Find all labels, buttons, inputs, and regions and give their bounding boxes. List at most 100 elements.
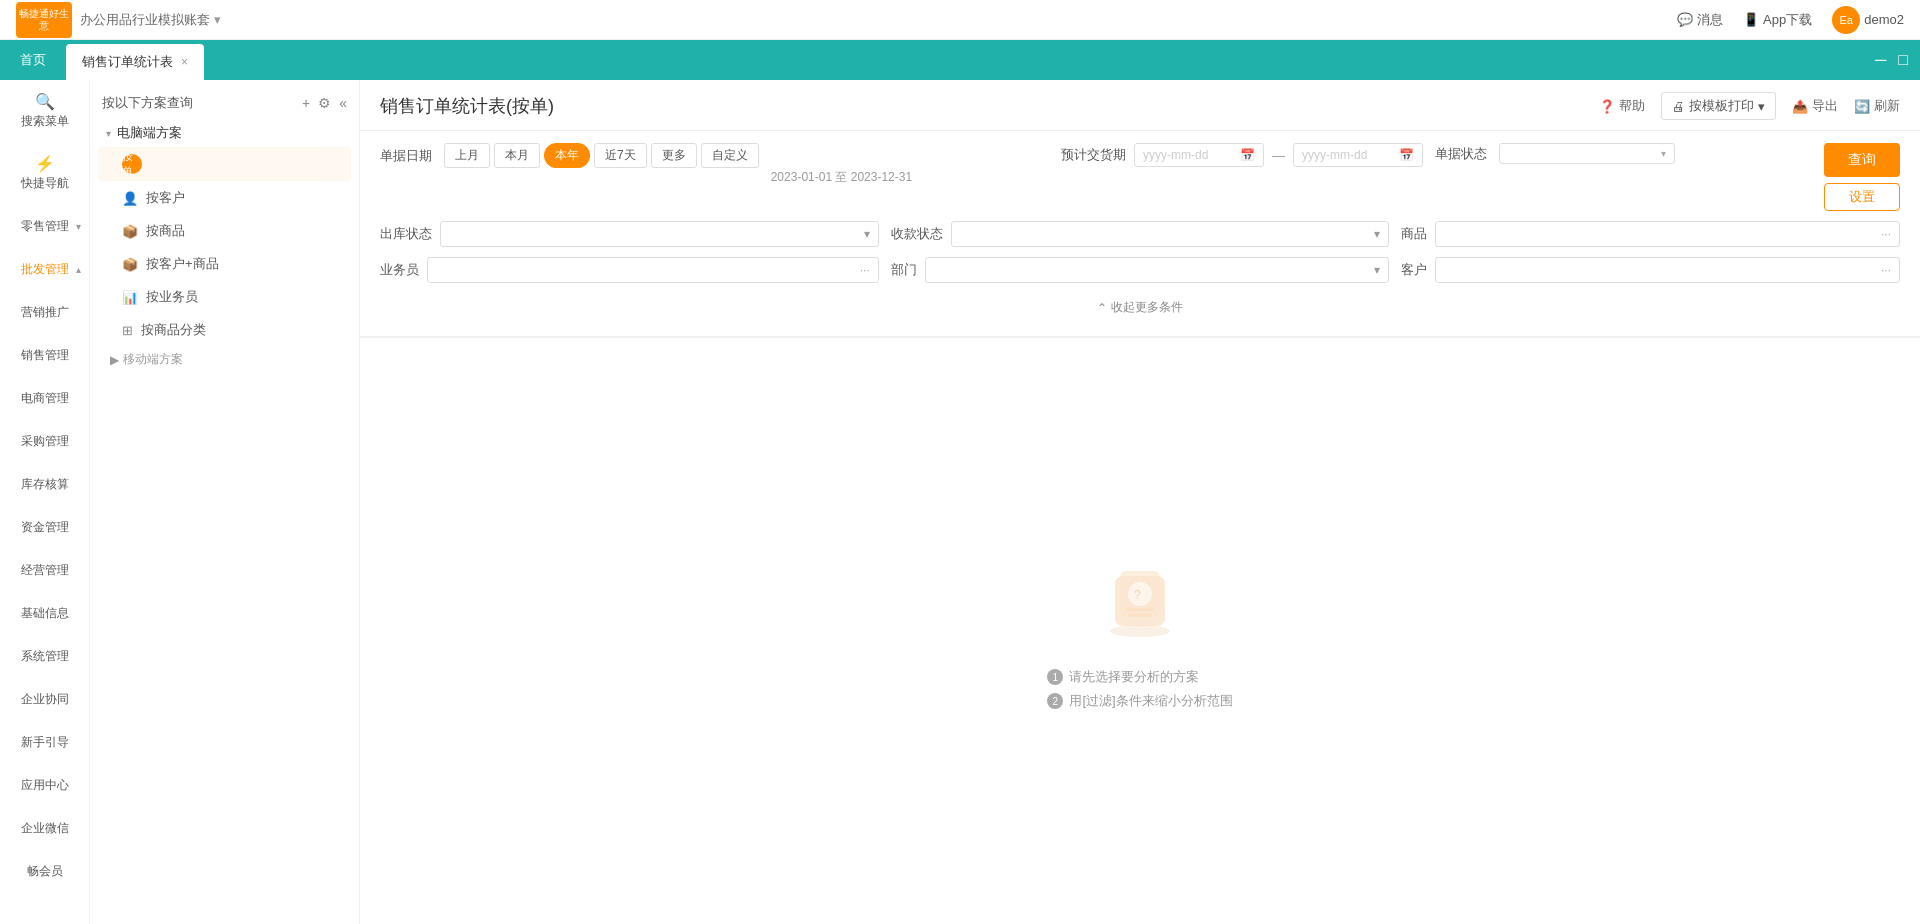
breadcrumb-arrow-icon: ▾ [214, 12, 221, 27]
sidebar-item-system[interactable]: 系统管理 [0, 634, 89, 677]
tab-close-icon[interactable]: × [181, 55, 188, 69]
goods-label: 商品 [1401, 225, 1427, 243]
help-btn[interactable]: ❓ 帮助 [1599, 97, 1645, 115]
sidebar-item-member[interactable]: 畅会员 [0, 849, 89, 892]
help-icon: ❓ [1599, 99, 1615, 114]
delivery-status-arrow-icon: ▾ [864, 227, 870, 241]
settings-btn[interactable]: 设置 [1824, 183, 1900, 211]
payment-status-filter: 收款状态 ▾ [891, 221, 1390, 247]
app-download-btn[interactable]: 📱 App下载 [1743, 11, 1812, 29]
topbar: 畅捷通好生意 办公用品行业模拟账套 ▾ 💬 消息 📱 App下载 Ea demo… [0, 0, 1920, 40]
avatar: Ea [1832, 6, 1860, 34]
add-scheme-icon[interactable]: + [302, 95, 310, 111]
tab-home[interactable]: 首页 [0, 40, 66, 80]
tip2-num: 2 [1047, 693, 1063, 709]
date-btn-more[interactable]: 更多 [651, 143, 697, 168]
sidebar-item-retail[interactable]: 零售管理 ▾ [0, 204, 89, 247]
sidebar-item-enterprise[interactable]: 企业协同 [0, 677, 89, 720]
tree-collapse-icon[interactable]: ▾ [106, 128, 111, 139]
customer-input[interactable]: ··· [1435, 257, 1900, 283]
print-dropdown-icon: ▾ [1758, 99, 1765, 114]
print-icon: 🖨 [1672, 99, 1685, 114]
goods-filter: 商品 ··· [1401, 221, 1900, 247]
sidebar-item-basics[interactable]: 基础信息 [0, 591, 89, 634]
sidebar-item-ecommerce[interactable]: 电商管理 [0, 376, 89, 419]
goods-more-icon: ··· [1881, 227, 1891, 241]
date-btn-last-month[interactable]: 上月 [444, 143, 490, 168]
date-btn-custom[interactable]: 自定义 [701, 143, 759, 168]
empty-illustration: ? [1090, 546, 1190, 646]
tab-maximize-icon[interactable]: □ [1898, 51, 1908, 69]
sidebar-item-newbie[interactable]: 新手引导 [0, 720, 89, 763]
expected-date-start-input[interactable]: yyyy-mm-dd 📅 [1134, 143, 1264, 167]
export-icon: 📤 [1792, 99, 1808, 114]
tree-item-by-customer-goods[interactable]: 📦 按客户+商品 [98, 248, 351, 280]
sidebar-item-quick-nav[interactable]: ⚡ 快捷导航 [0, 142, 89, 204]
delivery-status-filter: 出库状态 ▾ [380, 221, 879, 247]
tree-section-pc: ▾ 电脑端方案 按单 👤 按客户 📦 按商品 📦 [90, 120, 359, 347]
collapse-panel-icon[interactable]: « [339, 95, 347, 111]
department-filter: 部门 ▾ [891, 257, 1390, 283]
section-mobile[interactable]: ▶ 移动端方案 [90, 347, 359, 370]
expected-date-end-input[interactable]: yyyy-mm-dd 📅 [1293, 143, 1423, 167]
sidebar-item-appstore[interactable]: 应用中心 [0, 763, 89, 806]
tree-item-by-salesperson[interactable]: 📊 按业务员 [98, 281, 351, 313]
settings-scheme-icon[interactable]: ⚙ [318, 95, 331, 111]
user-profile[interactable]: Ea demo2 [1832, 6, 1904, 34]
tree-item-by-category[interactable]: ⊞ 按商品分类 [98, 314, 351, 346]
by-order-badge: 按单 [122, 154, 142, 174]
by-customer-goods-icon: 📦 [122, 257, 138, 272]
sidebar: 🔍 搜索菜单 ⚡ 快捷导航 零售管理 ▾ 批发管理 ▴ 营销推广 销售管理 电商… [0, 80, 90, 924]
collapse-btn[interactable]: ⌃ 收起更多条件 [1097, 299, 1183, 316]
tab-sales-order-stats[interactable]: 销售订单统计表 × [66, 44, 204, 80]
tab-minimize-icon[interactable]: ─ [1875, 51, 1886, 69]
date-end-calendar-icon: 📅 [1399, 148, 1414, 162]
date-btn-this-year[interactable]: 本年 [544, 143, 590, 168]
voucher-status-select[interactable]: ▾ [1499, 143, 1675, 164]
department-arrow-icon: ▾ [1374, 263, 1380, 277]
empty-tips: 1 请先选择要分析的方案 2 用[过滤]条件来缩小分析范围 [1047, 662, 1232, 716]
voucher-status-label: 单据状态 [1435, 145, 1491, 163]
export-btn[interactable]: 📤 导出 [1792, 97, 1838, 115]
salesperson-input[interactable]: ··· [427, 257, 879, 283]
refresh-btn[interactable]: 🔄 刷新 [1854, 97, 1900, 115]
content: 按以下方案查询 + ⚙ « ▾ 电脑端方案 按单 👤 [90, 80, 1920, 924]
logo: 畅捷通好生意 [16, 2, 72, 38]
filter-area: 单据日期 上月 本月 本年 近7天 更多 自定义 2023-01-01 至 20… [360, 131, 1920, 336]
date-btn-last7[interactable]: 近7天 [594, 143, 647, 168]
template-print-btn[interactable]: 🖨 按模板打印 ▾ [1661, 92, 1776, 120]
page-header-actions: ❓ 帮助 🖨 按模板打印 ▾ 📤 导出 🔄 [1599, 92, 1900, 120]
sidebar-item-search-menu[interactable]: 🔍 搜索菜单 [0, 80, 89, 142]
payment-status-arrow-icon: ▾ [1374, 227, 1380, 241]
expected-date-label: 预计交货期 [1061, 146, 1126, 164]
search-btn[interactable]: 查询 [1824, 143, 1900, 177]
tree-item-by-goods[interactable]: 📦 按商品 [98, 215, 351, 247]
page-header: 销售订单统计表(按单) ❓ 帮助 🖨 按模板打印 ▾ 📤 [360, 80, 1920, 131]
breadcrumb: 办公用品行业模拟账套 ▾ [80, 11, 221, 29]
tree-item-by-customer[interactable]: 👤 按客户 [98, 182, 351, 214]
sidebar-item-marketing[interactable]: 营销推广 [0, 290, 89, 333]
page-title-row: 销售订单统计表(按单) ❓ 帮助 🖨 按模板打印 ▾ 📤 [380, 92, 1900, 130]
salesperson-filter: 业务员 ··· [380, 257, 879, 283]
sidebar-item-inventory[interactable]: 库存核算 [0, 462, 89, 505]
salesperson-more-icon: ··· [860, 263, 870, 277]
by-category-icon: ⊞ [122, 323, 133, 338]
retail-arrow-icon: ▾ [76, 220, 81, 231]
sidebar-item-finance[interactable]: 资金管理 [0, 505, 89, 548]
delivery-status-label: 出库状态 [380, 225, 432, 243]
messages-btn[interactable]: 💬 消息 [1677, 11, 1723, 29]
sidebar-item-purchase[interactable]: 采购管理 [0, 419, 89, 462]
goods-input[interactable]: ··· [1435, 221, 1900, 247]
svg-point-0 [1110, 625, 1170, 637]
date-btn-this-month[interactable]: 本月 [494, 143, 540, 168]
sidebar-item-wholesale[interactable]: 批发管理 ▴ [0, 247, 89, 290]
sidebar-item-wechat[interactable]: 企业微信 [0, 806, 89, 849]
section-mobile-arrow-icon: ▶ [110, 353, 119, 367]
department-select[interactable]: ▾ [925, 257, 1390, 283]
payment-status-select[interactable]: ▾ [951, 221, 1390, 247]
delivery-status-select[interactable]: ▾ [440, 221, 879, 247]
sidebar-item-operations[interactable]: 经营管理 [0, 548, 89, 591]
sidebar-item-sales[interactable]: 销售管理 [0, 333, 89, 376]
voucher-status-arrow-icon: ▾ [1661, 148, 1666, 159]
tree-item-by-order[interactable]: 按单 [98, 147, 351, 181]
